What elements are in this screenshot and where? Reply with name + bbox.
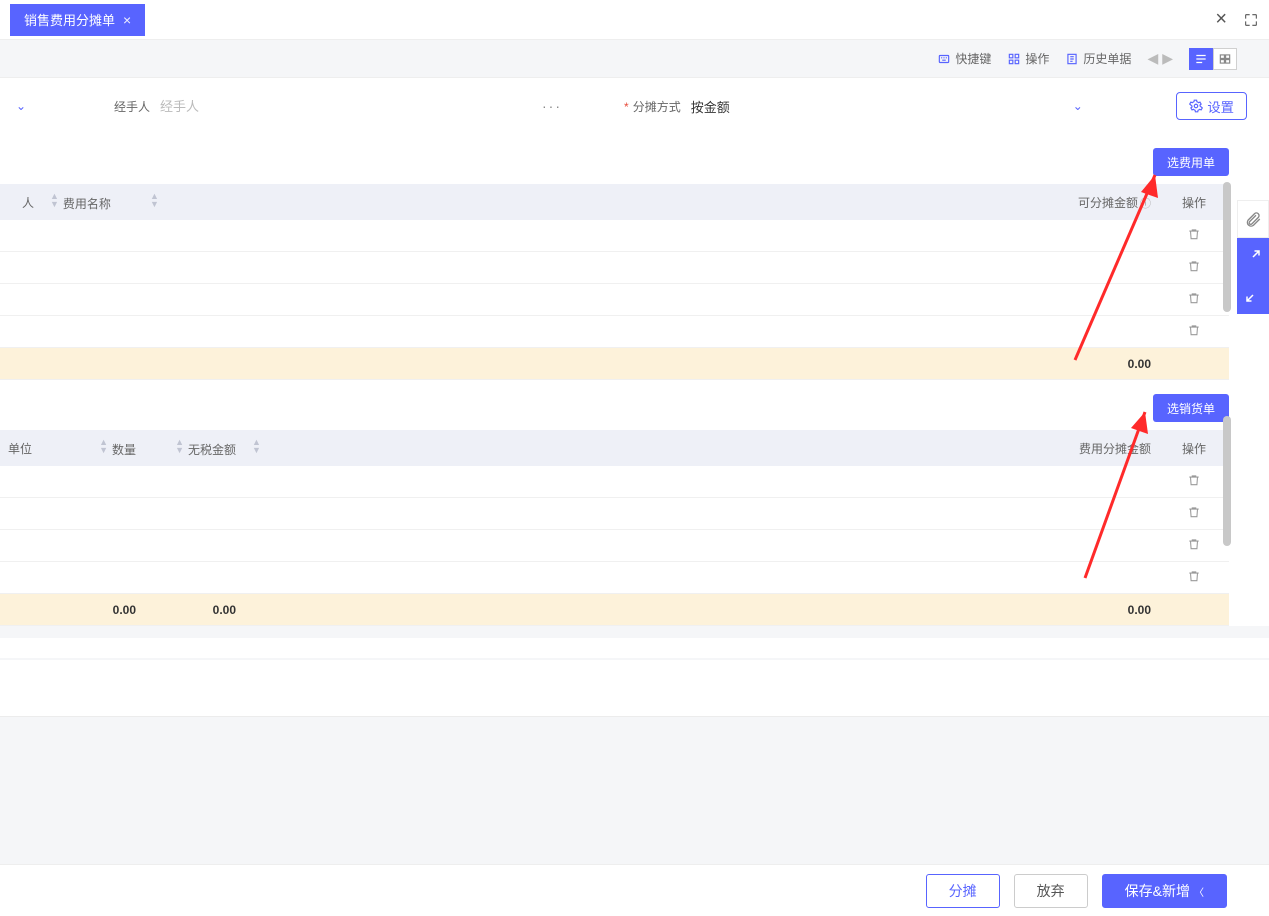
shortcut-label: 快捷键	[955, 50, 991, 67]
col-unit[interactable]: 单位	[0, 430, 44, 466]
col-alloc[interactable]: 费用分摊金额	[1029, 430, 1159, 466]
table-row[interactable]	[0, 466, 1229, 498]
next-record-icon[interactable]: ▶	[1162, 50, 1173, 67]
page-tab[interactable]: 销售费用分摊单 ×	[10, 4, 145, 36]
trash-icon[interactable]	[1187, 572, 1201, 586]
sort-icon[interactable]: ▲▼	[150, 192, 159, 208]
sort-icon[interactable]: ▲▼	[50, 192, 59, 208]
method-select[interactable]	[687, 92, 1067, 120]
sales-table: 单位 ▲▼数量 ▲▼无税金额 ▲▼ 费用分摊金额 操作 0.00 0.00 0.…	[0, 430, 1229, 626]
scrollbar-thumb[interactable]	[1223, 182, 1231, 312]
tab-title: 销售费用分摊单	[24, 10, 115, 29]
select-sales-button[interactable]: 选销货单	[1153, 394, 1229, 422]
table-total-row: 0.00	[0, 348, 1229, 380]
expand-in-button[interactable]	[1237, 276, 1269, 314]
handler-picker-icon[interactable]: ···	[542, 98, 562, 114]
table-row[interactable]	[0, 562, 1229, 594]
discard-button[interactable]: 放弃	[1014, 874, 1088, 908]
notax-total: 0.00	[144, 594, 244, 626]
trash-icon[interactable]	[1187, 262, 1201, 276]
fullscreen-icon[interactable]	[1243, 12, 1259, 28]
expense-total: 0.00	[1029, 348, 1159, 380]
operate-label: 操作	[1025, 50, 1049, 67]
history-label: 历史单据	[1083, 50, 1131, 67]
tab-close-icon[interactable]: ×	[123, 12, 131, 28]
alloc-total: 0.00	[1029, 594, 1159, 626]
table-row[interactable]	[0, 220, 1229, 252]
history-button[interactable]: 历史单据	[1065, 50, 1131, 67]
expense-table: 人 ▲▼费用名称 ▲▼ 可分摊金额ⓘ 操作 0.00	[0, 184, 1229, 380]
col-operation: 操作	[1159, 184, 1229, 220]
col-spacer2: ▲▼	[244, 430, 1029, 466]
table-row[interactable]	[0, 284, 1229, 316]
blank-panel	[0, 638, 1269, 658]
divider	[0, 716, 1269, 717]
qty-total: 0.00	[44, 594, 144, 626]
trash-icon[interactable]	[1187, 230, 1201, 244]
close-window-icon[interactable]: ×	[1211, 4, 1231, 35]
trash-icon[interactable]	[1187, 540, 1201, 554]
col-person[interactable]: 人	[0, 184, 42, 220]
method-chevron-icon[interactable]: ⌄	[1073, 99, 1083, 113]
chevron-up-icon: 〈	[1194, 888, 1204, 899]
trash-icon[interactable]	[1187, 326, 1201, 340]
col-alloc-amount[interactable]: 可分摊金额ⓘ	[1029, 184, 1159, 220]
settings-button[interactable]: 设置	[1176, 92, 1247, 120]
sort-icon[interactable]: ▲▼	[175, 438, 184, 454]
col-spacer: ▲▼	[142, 184, 1029, 220]
handler-input[interactable]	[156, 92, 536, 120]
list-view-toggle[interactable]	[1189, 48, 1213, 70]
prev-field-chevron-icon[interactable]: ⌄	[10, 99, 32, 113]
handler-label: 经手人	[114, 98, 150, 115]
save-new-button[interactable]: 保存&新增〈	[1102, 874, 1227, 908]
sort-icon[interactable]: ▲▼	[99, 438, 108, 454]
col-expense-name[interactable]: ▲▼费用名称	[42, 184, 142, 220]
shortcut-button[interactable]: 快捷键	[937, 50, 991, 67]
operate-button[interactable]: 操作	[1007, 50, 1049, 67]
table-row[interactable]	[0, 316, 1229, 348]
blank-panel	[0, 660, 1269, 716]
col-notax[interactable]: ▲▼无税金额	[144, 430, 244, 466]
trash-icon[interactable]	[1187, 508, 1201, 522]
settings-label: 设置	[1207, 97, 1234, 116]
prev-record-icon[interactable]: ◀	[1147, 50, 1158, 67]
help-icon[interactable]: ⓘ	[1140, 198, 1151, 210]
method-label: 分摊方式	[624, 98, 681, 115]
table-row[interactable]	[0, 498, 1229, 530]
col-qty[interactable]: ▲▼数量	[44, 430, 144, 466]
table-total-row: 0.00 0.00 0.00	[0, 594, 1229, 626]
card-view-toggle[interactable]	[1213, 48, 1237, 70]
select-expense-button[interactable]: 选费用单	[1153, 148, 1229, 176]
sort-icon[interactable]: ▲▼	[252, 438, 261, 454]
table-row[interactable]	[0, 252, 1229, 284]
expand-out-button[interactable]	[1237, 238, 1269, 276]
trash-icon[interactable]	[1187, 476, 1201, 490]
attachment-button[interactable]	[1237, 200, 1269, 238]
scrollbar-thumb[interactable]	[1223, 416, 1231, 546]
col-operation2: 操作	[1159, 430, 1229, 466]
trash-icon[interactable]	[1187, 294, 1201, 308]
save-new-label: 保存&新增	[1125, 883, 1190, 899]
distribute-button[interactable]: 分摊	[926, 874, 1000, 908]
table-row[interactable]	[0, 530, 1229, 562]
